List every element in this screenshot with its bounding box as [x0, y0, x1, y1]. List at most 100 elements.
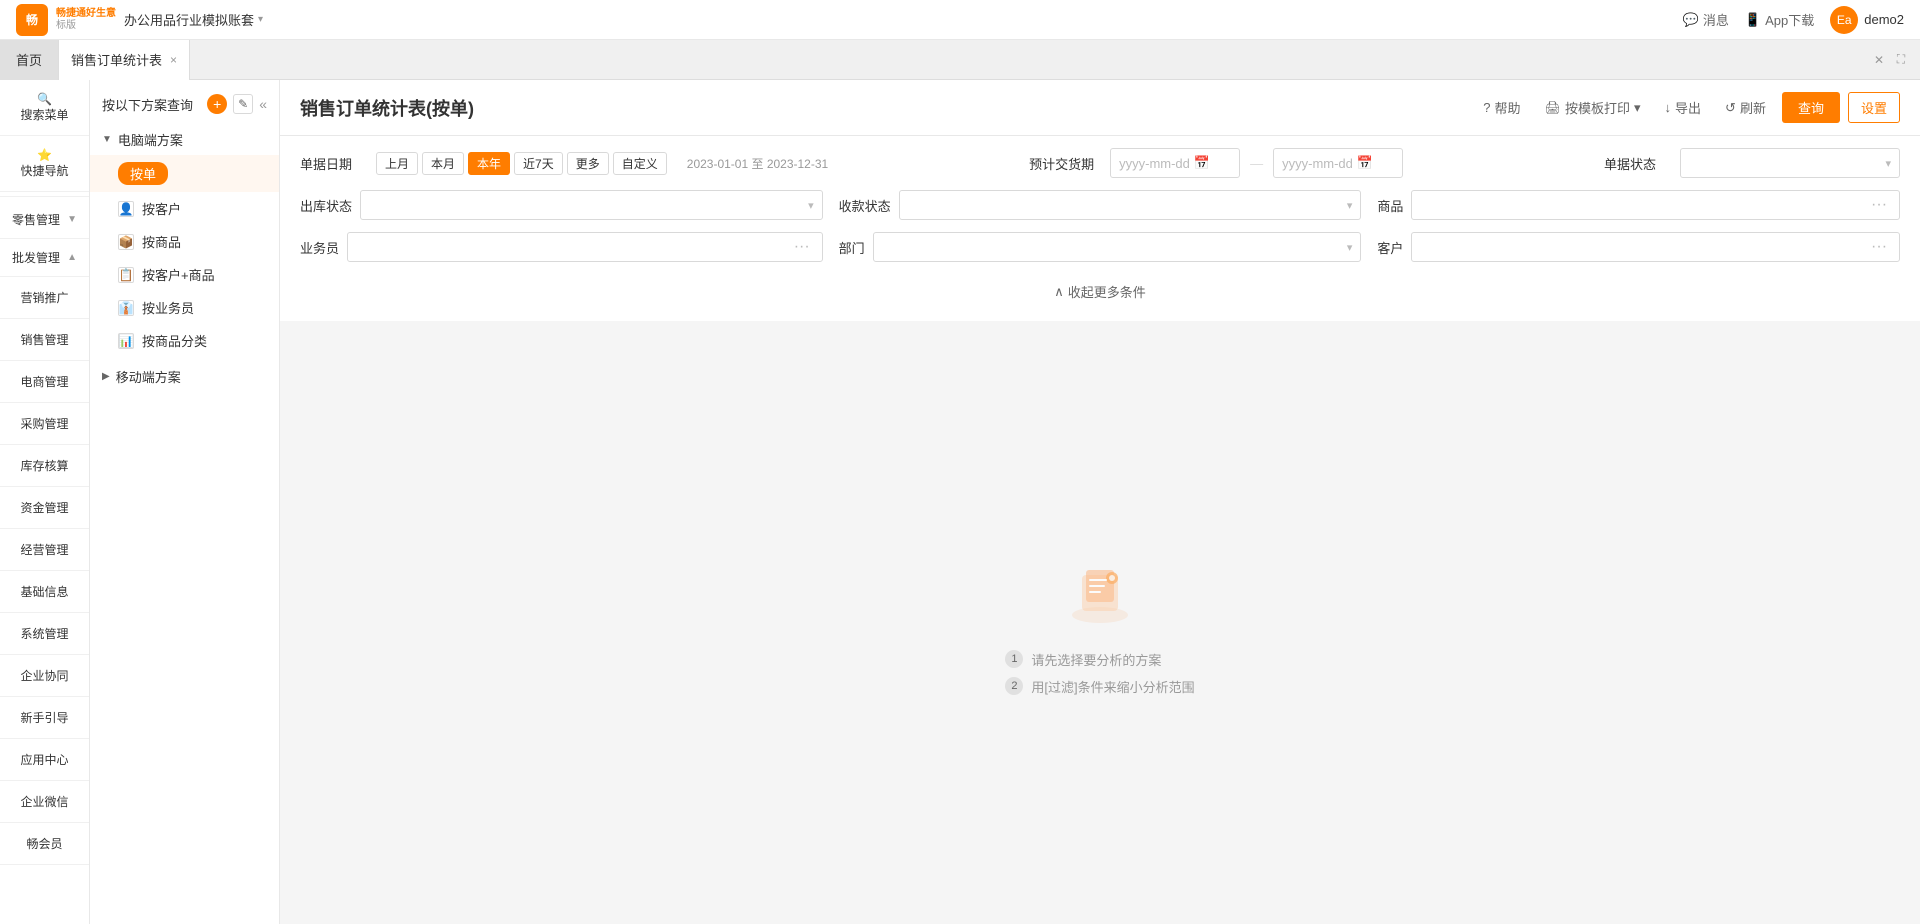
scheme-panel-title: 按以下方案查询	[102, 95, 193, 114]
status-filter-label: 单据状态	[1604, 154, 1664, 173]
expand-arrow-icon: ▼	[102, 134, 112, 145]
tab-close-button[interactable]: ×	[170, 53, 177, 67]
sidebar-item-retail[interactable]: 零售管理 ▼	[0, 201, 89, 239]
scheme-edit-button[interactable]: ✎	[233, 94, 253, 114]
staff-icon: 👔	[118, 300, 134, 316]
date-filter-label: 单据日期	[300, 154, 360, 173]
tip-num-1: 1	[1005, 650, 1023, 668]
message-label: 消息	[1703, 10, 1729, 29]
breadcrumb-text: 办公用品行业模拟账套	[124, 10, 254, 29]
status-select[interactable]: ▾	[1680, 148, 1900, 178]
date-btn-this-year[interactable]: 本年	[468, 152, 510, 175]
sidebar-item-inventory[interactable]: 库存核算	[0, 445, 89, 487]
goods-input[interactable]: ···	[1411, 190, 1900, 220]
query-button[interactable]: 查询	[1782, 92, 1840, 123]
payment-select[interactable]: ▾	[899, 190, 1362, 220]
sidebar-item-wechat[interactable]: 企业微信	[0, 781, 89, 823]
refresh-button[interactable]: ↺ 刷新	[1717, 94, 1774, 121]
content-area: 按以下方案查询 + ✎ « ▼ 电脑端方案	[90, 80, 1920, 924]
date-btn-more[interactable]: 更多	[567, 152, 609, 175]
multi-icon: 📋	[118, 267, 134, 283]
status-arrow-icon: ▾	[1885, 157, 1891, 170]
sidebar-item-sales[interactable]: 销售管理	[0, 319, 89, 361]
message-icon: 💬	[1683, 12, 1699, 28]
expected-date-to[interactable]: yyyy-mm-dd 📅	[1273, 148, 1403, 178]
help-button[interactable]: ? 帮助	[1475, 94, 1528, 121]
delivery-select[interactable]: ▾	[360, 190, 823, 220]
department-select[interactable]: ▾	[873, 232, 1362, 262]
breadcrumb-arrow: ▾	[258, 14, 263, 25]
filter-row-2: 出库状态 ▾ 收款状态 ▾ 商品	[300, 190, 1900, 220]
date-btn-7days[interactable]: 近7天	[514, 152, 563, 175]
goods-label: 商品	[1377, 196, 1403, 215]
user-area[interactable]: Ea demo2	[1830, 6, 1904, 34]
collapse-button[interactable]: ∧ 收起更多条件	[300, 274, 1900, 309]
scheme-item-by-goods[interactable]: 📦 按商品	[90, 225, 279, 258]
sidebar-item-marketing[interactable]: 营销推广	[0, 277, 89, 319]
customer-input[interactable]: ···	[1411, 232, 1900, 262]
date-btn-custom[interactable]: 自定义	[613, 152, 667, 175]
date-from-placeholder: yyyy-mm-dd	[1119, 156, 1190, 171]
sidebar: 🔍 搜索菜单 ⭐ 快捷导航 零售管理 ▼ 批发管理 ▲ 营销推广 销售管理 电商…	[0, 80, 90, 924]
tab-home[interactable]: 首页	[0, 40, 58, 80]
date-btn-this-month[interactable]: 本月	[422, 152, 464, 175]
logo-subtitle: 标版	[56, 20, 116, 32]
scheme-item-by-customer[interactable]: 👤 按客户	[90, 192, 279, 225]
sidebar-divider-1	[0, 196, 89, 197]
sidebar-item-purchase[interactable]: 采购管理	[0, 403, 89, 445]
print-button[interactable]: 🖨 按模板打印 ▾	[1536, 94, 1648, 121]
tab-sales-order[interactable]: 销售订单统计表 ×	[58, 40, 190, 80]
sidebar-item-guide[interactable]: 新手引导	[0, 697, 89, 739]
help-icon: ?	[1483, 100, 1490, 115]
sidebar-item-operations[interactable]: 经营管理	[0, 529, 89, 571]
scheme-item-by-category[interactable]: 📊 按商品分类	[90, 324, 279, 357]
export-button[interactable]: ↓ 导出	[1657, 94, 1710, 121]
top-bar-left: 畅 畅捷通好生意 标版 办公用品行业模拟账套 ▾	[16, 4, 263, 36]
sidebar-item-wholesale[interactable]: 批发管理 ▲	[0, 239, 89, 277]
tab-bar: 首页 销售订单统计表 × ✕ ⛶	[0, 40, 1920, 80]
sidebar-item-appcenter[interactable]: 应用中心	[0, 739, 89, 781]
scheme-item-by-customer-goods[interactable]: 📋 按客户+商品	[90, 258, 279, 291]
print-arrow-icon: ▾	[1634, 100, 1641, 116]
date-btn-last-month[interactable]: 上月	[376, 152, 418, 175]
sidebar-quicknav[interactable]: ⭐ 快捷导航	[0, 136, 89, 192]
scheme-item-by-order[interactable]: 按单	[90, 155, 279, 192]
scheme-item-by-salesman[interactable]: 👔 按业务员	[90, 291, 279, 324]
sidebar-item-member[interactable]: 畅会员	[0, 823, 89, 865]
download-action[interactable]: 📱 App下载	[1745, 10, 1814, 29]
section-label: 电脑端方案	[118, 130, 183, 149]
page-title: 销售订单统计表(按单)	[300, 95, 474, 121]
edit-icon: ✎	[238, 97, 248, 111]
scheme-section-mobile-title[interactable]: ▶ 移动端方案	[90, 361, 279, 392]
avatar: Ea	[1830, 6, 1858, 34]
goods-more-icon[interactable]: ···	[1867, 196, 1891, 214]
sidebar-search[interactable]: 🔍 搜索菜单	[0, 80, 89, 136]
scheme-section-pc-title[interactable]: ▼ 电脑端方案	[90, 124, 279, 155]
sidebar-item-ecommerce[interactable]: 电商管理	[0, 361, 89, 403]
sidebar-item-finance[interactable]: 资金管理	[0, 487, 89, 529]
sidebar-item-enterprise[interactable]: 企业协同	[0, 655, 89, 697]
customer-more-icon[interactable]: ···	[1867, 238, 1891, 256]
sidebar-item-basic[interactable]: 基础信息	[0, 571, 89, 613]
breadcrumb-selector[interactable]: 办公用品行业模拟账套 ▾	[124, 10, 263, 29]
payment-arrow-icon: ▾	[1347, 199, 1353, 212]
scheme-collapse-button[interactable]: «	[259, 96, 267, 112]
page-header: 销售订单统计表(按单) ? 帮助 🖨 按模板打印 ▾ ↓	[280, 80, 1920, 136]
salesman-block: 业务员 ···	[300, 232, 823, 262]
page-title-row: 销售订单统计表(按单) ? 帮助 🖨 按模板打印 ▾ ↓	[300, 92, 1900, 123]
goods-block: 商品 ···	[1377, 190, 1900, 220]
sidebar-item-system[interactable]: 系统管理	[0, 613, 89, 655]
payment-label: 收款状态	[839, 196, 891, 215]
print-icon: 🖨	[1544, 100, 1561, 116]
expected-date-from[interactable]: yyyy-mm-dd 📅	[1110, 148, 1240, 178]
calendar-from-icon: 📅	[1194, 155, 1210, 171]
minimize-button[interactable]: ✕	[1872, 53, 1886, 67]
salesman-more-icon[interactable]: ···	[790, 238, 814, 256]
message-action[interactable]: 💬 消息	[1683, 10, 1729, 29]
setting-button[interactable]: 设置	[1848, 92, 1900, 123]
maximize-button[interactable]: ⛶	[1894, 53, 1908, 67]
scheme-add-button[interactable]: +	[207, 94, 227, 114]
scheme-section-mobile: ▶ 移动端方案	[90, 361, 279, 392]
salesman-input[interactable]: ···	[347, 232, 823, 262]
delivery-arrow-icon: ▾	[808, 199, 814, 212]
